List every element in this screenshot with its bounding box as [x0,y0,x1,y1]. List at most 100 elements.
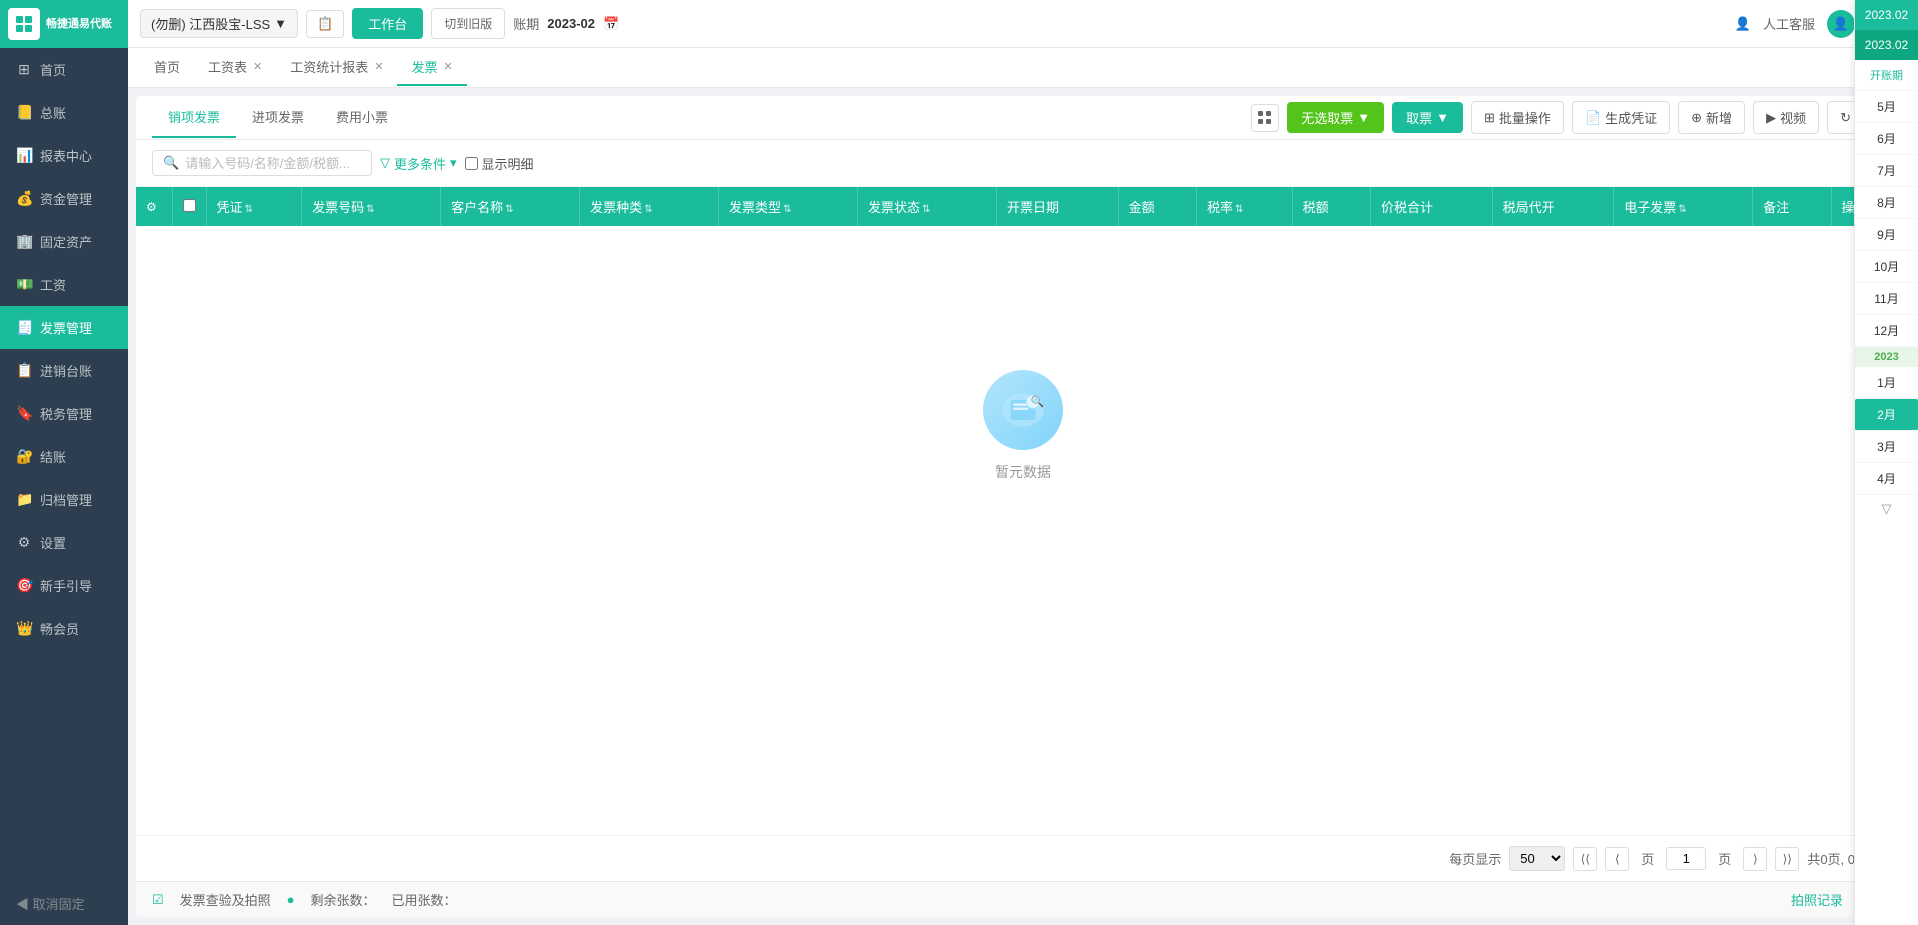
batch-ops-label: 批量操作 [1499,108,1551,127]
add-record-link[interactable]: 拍照记录 [1791,890,1843,909]
copy-button[interactable]: 📋 [306,10,344,38]
sidebar-item-archive[interactable]: 📁 归档管理 [0,478,128,521]
sidebar-unpin-label: ◀ 取消固定 [16,894,85,913]
month-3[interactable]: 3月 [1855,431,1918,463]
content-area: 销项发票 进项发票 费用小票 无选取票 [136,96,1910,917]
date-panel-down-arrow[interactable]: ▽ [1855,495,1918,523]
col-amount[interactable]: 金额 [1118,187,1196,226]
sidebar: 畅捷通易代账 ⊞ 首页 📒 总账 📊 报表中心 💰 资金管理 🏢 固定资产 💵 … [0,0,128,925]
sidebar-item-tax[interactable]: 🔖 税务管理 [0,392,128,435]
month-9[interactable]: 9月 [1855,219,1918,251]
sidebar-item-close[interactable]: 🔐 结账 [0,435,128,478]
subtab-expense-receipt[interactable]: 费用小票 [320,97,404,138]
col-invoice-type[interactable]: 发票种类⇅ [580,187,719,226]
select-all-checkbox[interactable] [183,199,196,212]
close-tab-invoices[interactable]: ✕ [444,60,453,73]
sidebar-item-assets[interactable]: 🏢 固定资产 [0,220,128,263]
sidebar-item-invoices[interactable]: 🧾 发票管理 [0,306,128,349]
close-tab-salary-table[interactable]: ✕ [253,60,262,73]
sidebar-item-reports[interactable]: 📊 报表中心 [0,134,128,177]
sidebar-item-member[interactable]: 👑 畅会员 [0,607,128,650]
subtab-sales-invoice[interactable]: 销项发票 [152,97,236,138]
tab-salary-stats[interactable]: 工资统计报表 ✕ [276,49,397,86]
date-panel-header1[interactable]: 2023.02 [1855,0,1918,30]
close-tab-salary-stats[interactable]: ✕ [374,60,383,73]
sidebar-item-label: 报表中心 [40,146,92,165]
col-tax-code[interactable]: 税局代开 [1492,187,1614,226]
grid-view-button[interactable] [1251,104,1279,132]
month-10[interactable]: 10月 [1855,251,1918,283]
month-12[interactable]: 12月 [1855,315,1918,347]
sidebar-unpin[interactable]: ◀ 取消固定 [0,882,128,925]
sort-icon: ⇅ [366,204,374,215]
prev-page-button[interactable]: ⟨ [1605,847,1629,871]
month-8[interactable]: 8月 [1855,187,1918,219]
subtab-purchase-invoice[interactable]: 进项发票 [236,97,320,138]
sidebar-item-funds[interactable]: 💰 资金管理 [0,177,128,220]
chevron-down-icon: ▼ [1357,110,1370,125]
tab-invoices[interactable]: 发票 ✕ [397,49,466,86]
generate-voucher-button[interactable]: 📄 生成凭证 [1572,101,1670,134]
sidebar-item-home[interactable]: ⊞ 首页 [0,48,128,91]
take-ticket-button[interactable]: 取票 ▼ [1392,102,1463,133]
col-open-date[interactable]: 开票日期 [996,187,1118,226]
col-e-invoice[interactable]: 电子发票⇅ [1614,187,1753,226]
col-invoice-category[interactable]: 发票类型⇅ [719,187,858,226]
invoice-table: ⚙ 凭证⇅ 发票号码⇅ 客户名称⇅ 发票种类⇅ 发票类型⇅ 发票状态⇅ 开票日期… [136,187,1910,226]
month-7[interactable]: 7月 [1855,155,1918,187]
col-invoice-status[interactable]: 发票状态⇅ [858,187,997,226]
col-tax-total[interactable]: 价税合计 [1370,187,1492,226]
company-selector[interactable]: (勿删) 江西股宝-LSS ▼ [140,9,298,38]
last-page-button[interactable]: ⟩⟩ [1775,847,1799,871]
col-tax-rate[interactable]: 税率⇅ [1196,187,1292,226]
page-label: 页 [1641,849,1654,868]
month-4[interactable]: 4月 [1855,463,1918,495]
sidebar-item-sales[interactable]: 📋 进销台账 [0,349,128,392]
tab-home-label: 首页 [154,57,180,76]
sidebar-item-label: 新手引导 [40,576,92,595]
new-button[interactable]: ⊕ 新增 [1678,101,1745,134]
video-button[interactable]: ▶ 视频 [1753,101,1819,134]
per-page-select[interactable]: 50 100 200 [1509,846,1565,871]
col-invoice-no[interactable]: 发票号码⇅ [302,187,441,226]
workbench-button[interactable]: 工作台 [352,8,423,39]
more-filters-button[interactable]: ▽ 更多条件 ▾ [380,154,457,173]
month-11[interactable]: 11月 [1855,283,1918,315]
col-tax[interactable]: 税额 [1292,187,1370,226]
next-page-button[interactable]: ⟩ [1743,847,1767,871]
col-customer[interactable]: 客户名称⇅ [441,187,580,226]
copy-icon: 📋 [317,16,333,31]
tab-salary-table[interactable]: 工资表 ✕ [194,49,276,86]
show-detail-input[interactable] [465,157,478,170]
col-checkbox[interactable] [172,187,206,226]
period-value: 2023-02 [547,16,595,31]
sidebar-item-guide[interactable]: 🎯 新手引导 [0,564,128,607]
pagination: 每页显示 50 100 200 ⟨⟨ ⟨ 页 页 ⟩ ⟩⟩ 共0页, 0条记录 [136,835,1910,881]
logo-text: 畅捷通易代账 [46,17,112,31]
sidebar-item-ledger[interactable]: 📒 总账 [0,91,128,134]
show-detail-checkbox[interactable]: 显示明细 [465,154,534,173]
batch-ops-button[interactable]: ⊞ 批量操作 [1471,101,1564,134]
sidebar-item-settings[interactable]: ⚙ 设置 [0,521,128,564]
search-box[interactable]: 🔍 [152,150,372,176]
search-input[interactable] [185,156,361,171]
col-remark[interactable]: 备注 [1753,187,1831,226]
tax-icon: 🔖 [16,405,32,422]
sidebar-item-salary[interactable]: 💵 工资 [0,263,128,306]
tab-home[interactable]: 首页 [140,49,194,86]
month-1[interactable]: 1月 [1855,367,1918,399]
page-input[interactable] [1666,847,1706,870]
sidebar-item-label: 进销台账 [40,361,92,380]
first-page-button[interactable]: ⟨⟨ [1573,847,1597,871]
support-label[interactable]: 人工客服 [1763,14,1815,33]
col-voucher[interactable]: 凭证⇅ [206,187,302,226]
switch-version-button[interactable]: 切到旧版 [431,8,505,39]
month-5[interactable]: 5月 [1855,91,1918,123]
subtab-bar: 销项发票 进项发票 费用小票 无选取票 [136,96,1910,140]
no-selection-button[interactable]: 无选取票 ▼ [1287,102,1384,133]
col-settings[interactable]: ⚙ [136,187,172,226]
month-2-active[interactable]: 2月 [1855,399,1918,431]
chevron-down-icon: ▾ [450,155,457,171]
month-6[interactable]: 6月 [1855,123,1918,155]
date-panel-header2[interactable]: 2023.02 [1855,30,1918,60]
